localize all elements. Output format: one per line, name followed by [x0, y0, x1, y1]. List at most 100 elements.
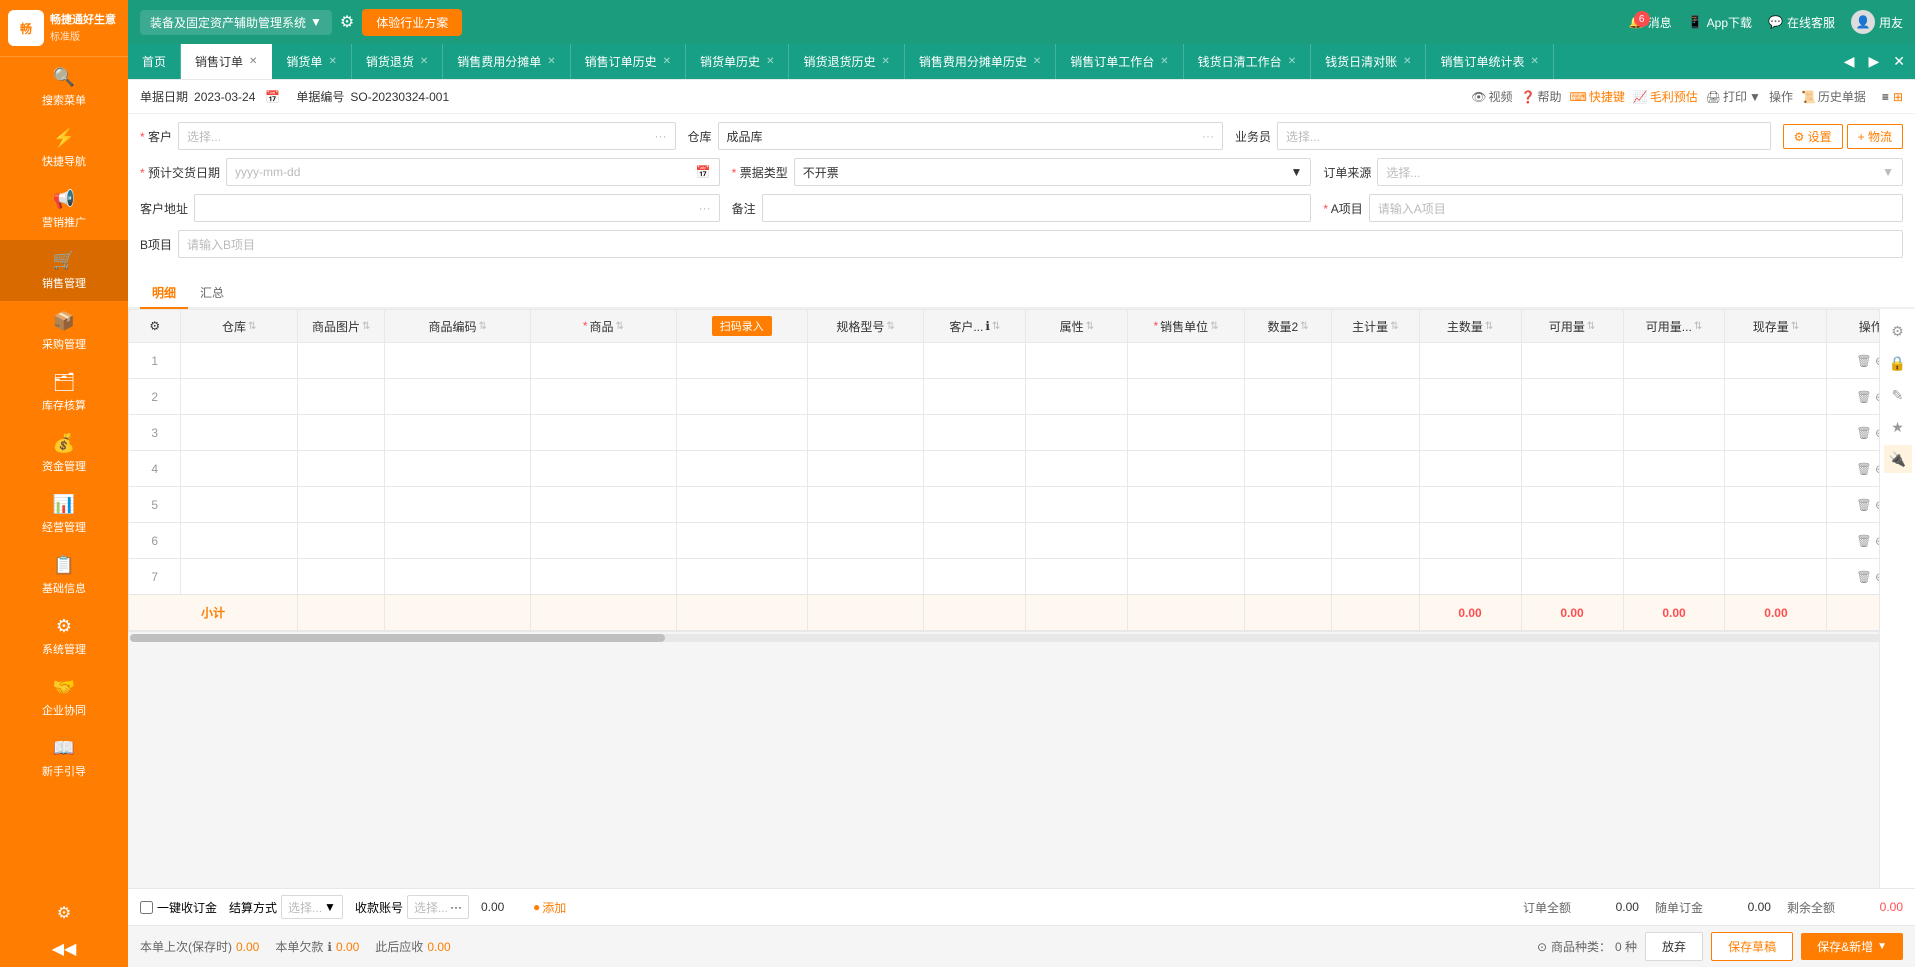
- sidebar-item-search[interactable]: 🔍 搜索菜单: [0, 57, 128, 118]
- list-view-icon[interactable]: ≡: [1882, 90, 1889, 104]
- td-scan-6[interactable]: [676, 523, 807, 559]
- td-code-7[interactable]: [385, 559, 531, 595]
- tab-close-icon[interactable]: ✕: [663, 56, 671, 67]
- sidebar-item-operation[interactable]: 📊 经营管理: [0, 484, 128, 545]
- notification-item[interactable]: 🔔 6 消息: [1629, 14, 1672, 31]
- td-code-2[interactable]: [385, 379, 531, 415]
- right-panel-settings-btn[interactable]: ⚙: [1884, 317, 1912, 345]
- nav-next-button[interactable]: ▶: [1862, 49, 1885, 74]
- td-code-5[interactable]: [385, 487, 531, 523]
- td-main-unit-4[interactable]: [1332, 451, 1419, 487]
- horizontal-scrollbar[interactable]: [128, 631, 1915, 643]
- print-btn[interactable]: 🖨 打印 ▼: [1706, 88, 1761, 105]
- td-avail-1[interactable]: [1521, 343, 1623, 379]
- td-product-1[interactable]: [531, 343, 677, 379]
- td-spec-1[interactable]: [807, 343, 924, 379]
- tab-sales-refund-history[interactable]: 销货退货历史 ✕: [789, 44, 904, 80]
- td-unit-4[interactable]: [1128, 451, 1245, 487]
- td-scan-1[interactable]: [676, 343, 807, 379]
- preview-btn[interactable]: 👁 视频: [1471, 88, 1512, 105]
- td-img-5[interactable]: [297, 487, 384, 523]
- more-actions-btn[interactable]: 操作: [1769, 88, 1793, 105]
- invoice-type-input[interactable]: 不开票 ▼: [794, 158, 1312, 186]
- tab-sales-stats[interactable]: 销售订单统计表 ✕: [1426, 44, 1553, 80]
- td-warehouse-3[interactable]: [181, 415, 298, 451]
- scrollbar-thumb[interactable]: [130, 634, 665, 642]
- tab-close-icon[interactable]: ✕: [547, 56, 555, 67]
- td-stock-7[interactable]: [1725, 559, 1827, 595]
- nav-more-button[interactable]: ✕: [1887, 49, 1911, 74]
- a-project-input[interactable]: 请输入A项目: [1369, 194, 1903, 222]
- td-spec-5[interactable]: [807, 487, 924, 523]
- th-img[interactable]: 商品图片 ⇅: [297, 310, 384, 343]
- sidebar-item-finance[interactable]: 💰 资金管理: [0, 423, 128, 484]
- delete-icon[interactable]: 🗑: [1856, 354, 1871, 368]
- td-warehouse-5[interactable]: [181, 487, 298, 523]
- td-unit-3[interactable]: [1128, 415, 1245, 451]
- td-qty2-2[interactable]: [1244, 379, 1331, 415]
- td-stock-5[interactable]: [1725, 487, 1827, 523]
- discard-button[interactable]: 放弃: [1645, 932, 1703, 961]
- td-scan-4[interactable]: [676, 451, 807, 487]
- right-panel-lock-btn[interactable]: 🔒: [1884, 349, 1912, 377]
- td-spec-6[interactable]: [807, 523, 924, 559]
- sidebar-item-purchase[interactable]: 📦 采购管理: [0, 301, 128, 362]
- scan-button[interactable]: 扫码录入: [712, 316, 772, 336]
- tab-sales-order[interactable]: 销售订单 ✕: [181, 44, 272, 80]
- th-settings[interactable]: ⚙: [129, 310, 181, 343]
- customer-input[interactable]: 选择... ···: [178, 122, 675, 150]
- td-avail2-1[interactable]: [1623, 343, 1725, 379]
- tab-close-icon[interactable]: ✕: [1531, 56, 1539, 67]
- save-draft-button[interactable]: 保存草稿: [1711, 932, 1793, 961]
- tab-close-icon[interactable]: ✕: [1288, 56, 1296, 67]
- tab-sales-history[interactable]: 销售订单历史 ✕: [571, 44, 686, 80]
- th-avail[interactable]: 可用量 ⇅: [1521, 310, 1623, 343]
- td-img-2[interactable]: [297, 379, 384, 415]
- order-source-input[interactable]: 选择... ▼: [1377, 158, 1903, 186]
- td-avail2-3[interactable]: [1623, 415, 1725, 451]
- td-main-qty-1[interactable]: [1419, 343, 1521, 379]
- td-scan-7[interactable]: [676, 559, 807, 595]
- delete-icon[interactable]: 🗑: [1856, 498, 1871, 512]
- tab-sales-return-history[interactable]: 销货单历史 ✕: [686, 44, 789, 80]
- td-unit-5[interactable]: [1128, 487, 1245, 523]
- tab-close-icon[interactable]: ✕: [881, 56, 889, 67]
- tab-close-icon[interactable]: ✕: [249, 56, 257, 67]
- td-customer-4[interactable]: [924, 451, 1026, 487]
- td-main-unit-6[interactable]: [1332, 523, 1419, 559]
- td-attr-6[interactable]: [1026, 523, 1128, 559]
- delete-icon[interactable]: 🗑: [1856, 534, 1871, 548]
- system-selector[interactable]: 装备及固定资产辅助管理系统 ▼: [140, 10, 332, 35]
- th-avail2[interactable]: 可用量... ⇅: [1623, 310, 1725, 343]
- td-spec-4[interactable]: [807, 451, 924, 487]
- tab-receivable-workbench[interactable]: 钱货日清工作台 ✕: [1184, 44, 1311, 80]
- td-spec-3[interactable]: [807, 415, 924, 451]
- account-input[interactable]: 选择... ···: [407, 895, 469, 919]
- delete-icon[interactable]: 🗑: [1856, 426, 1871, 440]
- th-customer-code[interactable]: 客户... ℹ ⇅: [924, 310, 1026, 343]
- td-qty2-6[interactable]: [1244, 523, 1331, 559]
- td-avail2-7[interactable]: [1623, 559, 1725, 595]
- td-img-4[interactable]: [297, 451, 384, 487]
- td-customer-7[interactable]: [924, 559, 1026, 595]
- td-avail-6[interactable]: [1521, 523, 1623, 559]
- td-attr-5[interactable]: [1026, 487, 1128, 523]
- th-product[interactable]: * 商品 ⇅: [531, 310, 677, 343]
- td-avail-4[interactable]: [1521, 451, 1623, 487]
- td-product-7[interactable]: [531, 559, 677, 595]
- td-img-6[interactable]: [297, 523, 384, 559]
- td-warehouse-2[interactable]: [181, 379, 298, 415]
- td-avail-7[interactable]: [1521, 559, 1623, 595]
- td-warehouse-7[interactable]: [181, 559, 298, 595]
- sidebar-item-sales[interactable]: 🛒 销售管理: [0, 240, 128, 301]
- sidebar-item-quick[interactable]: ⚡ 快捷导航: [0, 118, 128, 179]
- td-spec-2[interactable]: [807, 379, 924, 415]
- payment-method-input[interactable]: 选择... ▼: [281, 895, 343, 919]
- td-main-unit-7[interactable]: [1332, 559, 1419, 595]
- sidebar-item-system[interactable]: ⚙ 系统管理: [0, 606, 128, 667]
- td-main-qty-7[interactable]: [1419, 559, 1521, 595]
- quick-confirm-checkbox[interactable]: [140, 901, 153, 914]
- td-product-3[interactable]: [531, 415, 677, 451]
- online-service-item[interactable]: 💬 在线客服: [1768, 14, 1835, 31]
- add-button[interactable]: ● 添加: [533, 899, 566, 916]
